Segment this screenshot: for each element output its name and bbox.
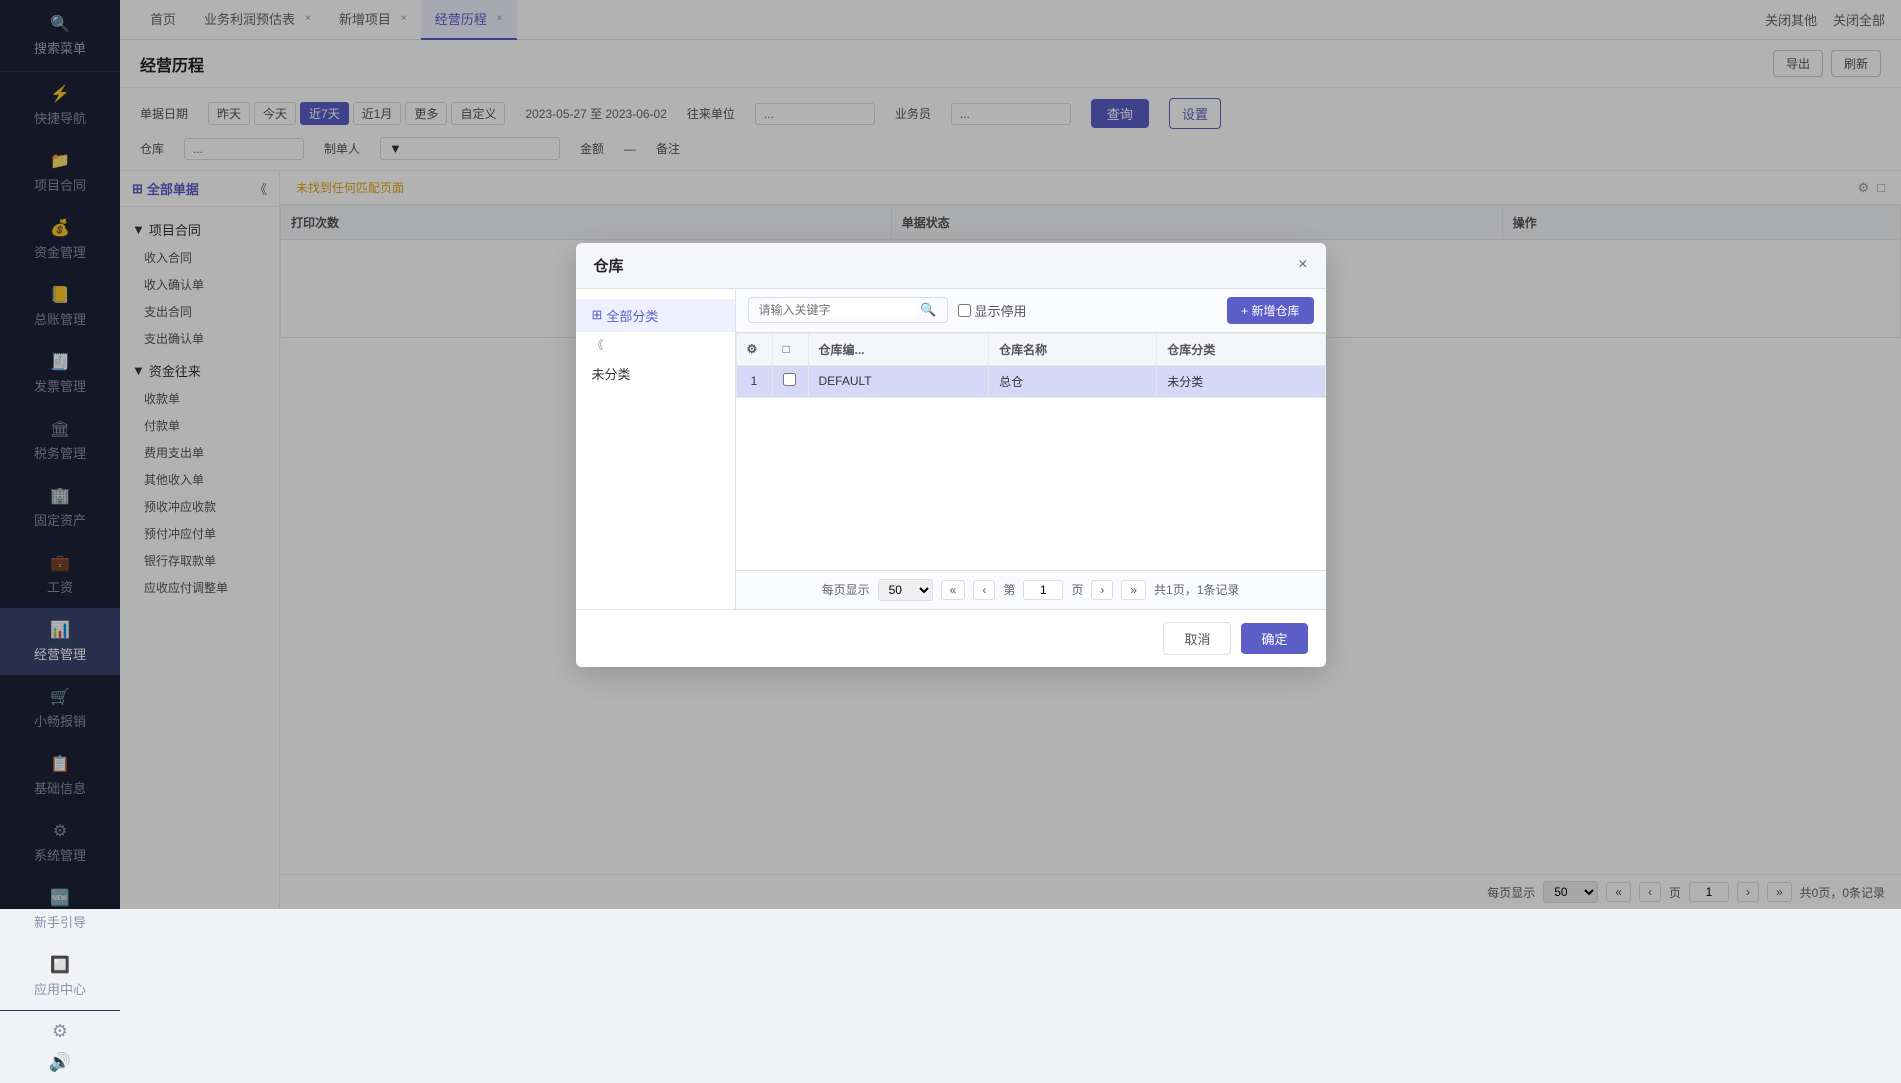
dialog-left-panel: ⊞ 全部分类 《 未分类 (576, 289, 736, 609)
dialog-toolbar: 🔍 显示停用 + 新增仓库 (736, 289, 1326, 333)
app-center-icon: 🔲 (50, 955, 70, 975)
cancel-button[interactable]: 取消 (1163, 622, 1231, 655)
col-gear: ⚙ (736, 333, 772, 365)
dialog-right-panel: 🔍 显示停用 + 新增仓库 ⚙ □ (736, 289, 1326, 609)
row-checkbox[interactable] (783, 373, 796, 386)
dialog-page-word: 第 (1003, 581, 1015, 598)
dialog-total-info: 共1页，1条记录 (1154, 581, 1239, 598)
dialog-next-btn[interactable]: › (1091, 580, 1113, 600)
show-disabled-checkbox[interactable] (958, 304, 971, 317)
dialog-prev-btn[interactable]: ‹ (973, 580, 995, 600)
dialog-left-uncategorized[interactable]: 未分类 (576, 357, 735, 390)
sidebar-item-label: 新手引导 (34, 912, 86, 931)
dialog-pagination: 每页显示 50 100 « ‹ 第 页 › » 共1页，1条记录 (736, 570, 1326, 609)
dialog-close-btn[interactable]: × (1298, 256, 1307, 274)
settings-icon[interactable]: ⚙ (52, 1021, 68, 1042)
dialog-search-icon: 🔍 (920, 302, 936, 318)
row-checkbox-cell[interactable] (772, 365, 808, 397)
sidebar-item-label: 应用中心 (34, 979, 86, 998)
modal-overlay: 仓库 × ⊞ 全部分类 《 未分类 (0, 0, 1901, 909)
dialog-title: 仓库 (594, 255, 624, 276)
sidebar-item-app-center[interactable]: 🔲 应用中心 (0, 943, 120, 1010)
dialog-per-page-label: 每页显示 (822, 581, 870, 598)
warehouse-dialog: 仓库 × ⊞ 全部分类 《 未分类 (576, 243, 1326, 667)
col-category: 仓库分类 (1157, 333, 1325, 365)
row-gear-cell: 1 (736, 365, 772, 397)
dialog-first-btn[interactable]: « (941, 580, 966, 600)
row-code-cell: DEFAULT (808, 365, 989, 397)
dialog-footer: 取消 确定 (576, 609, 1326, 667)
row-name-cell: 总仓 (989, 365, 1157, 397)
add-warehouse-button[interactable]: + 新增仓库 (1227, 297, 1313, 324)
dialog-header: 仓库 × (576, 243, 1326, 289)
dialog-search-input[interactable] (759, 303, 917, 317)
dialog-left-all-categories[interactable]: ⊞ 全部分类 (576, 299, 735, 332)
grid-icon-dialog: ⊞ (592, 307, 603, 323)
sidebar-bottom: ⚙ 🔊 (0, 1010, 120, 1083)
col-checkbox: □ (772, 333, 808, 365)
dialog-last-btn[interactable]: » (1121, 580, 1146, 600)
dialog-page-input[interactable] (1023, 580, 1063, 600)
dialog-table-area: ⚙ □ 仓库编... 仓库名称 仓库分类 1 DEFAULT (736, 333, 1326, 570)
confirm-button[interactable]: 确定 (1241, 623, 1307, 654)
dialog-left-panel-bar: 《 (576, 332, 735, 357)
collapse-dialog-btn[interactable]: 《 (592, 336, 604, 353)
col-name: 仓库名称 (989, 333, 1157, 365)
col-code: 仓库编... (808, 333, 989, 365)
volume-icon[interactable]: 🔊 (49, 1052, 71, 1073)
row-category-cell: 未分类 (1157, 365, 1325, 397)
dialog-per-page-select[interactable]: 50 100 (878, 579, 933, 601)
dialog-table: ⚙ □ 仓库编... 仓库名称 仓库分类 1 DEFAULT (736, 333, 1326, 398)
table-row[interactable]: 1 DEFAULT 总仓 未分类 (736, 365, 1325, 397)
dialog-page-label: 页 (1071, 581, 1083, 598)
show-disabled-label[interactable]: 显示停用 (958, 301, 1027, 320)
dialog-body: ⊞ 全部分类 《 未分类 🔍 (576, 289, 1326, 609)
dialog-search-field[interactable]: 🔍 (748, 297, 948, 323)
